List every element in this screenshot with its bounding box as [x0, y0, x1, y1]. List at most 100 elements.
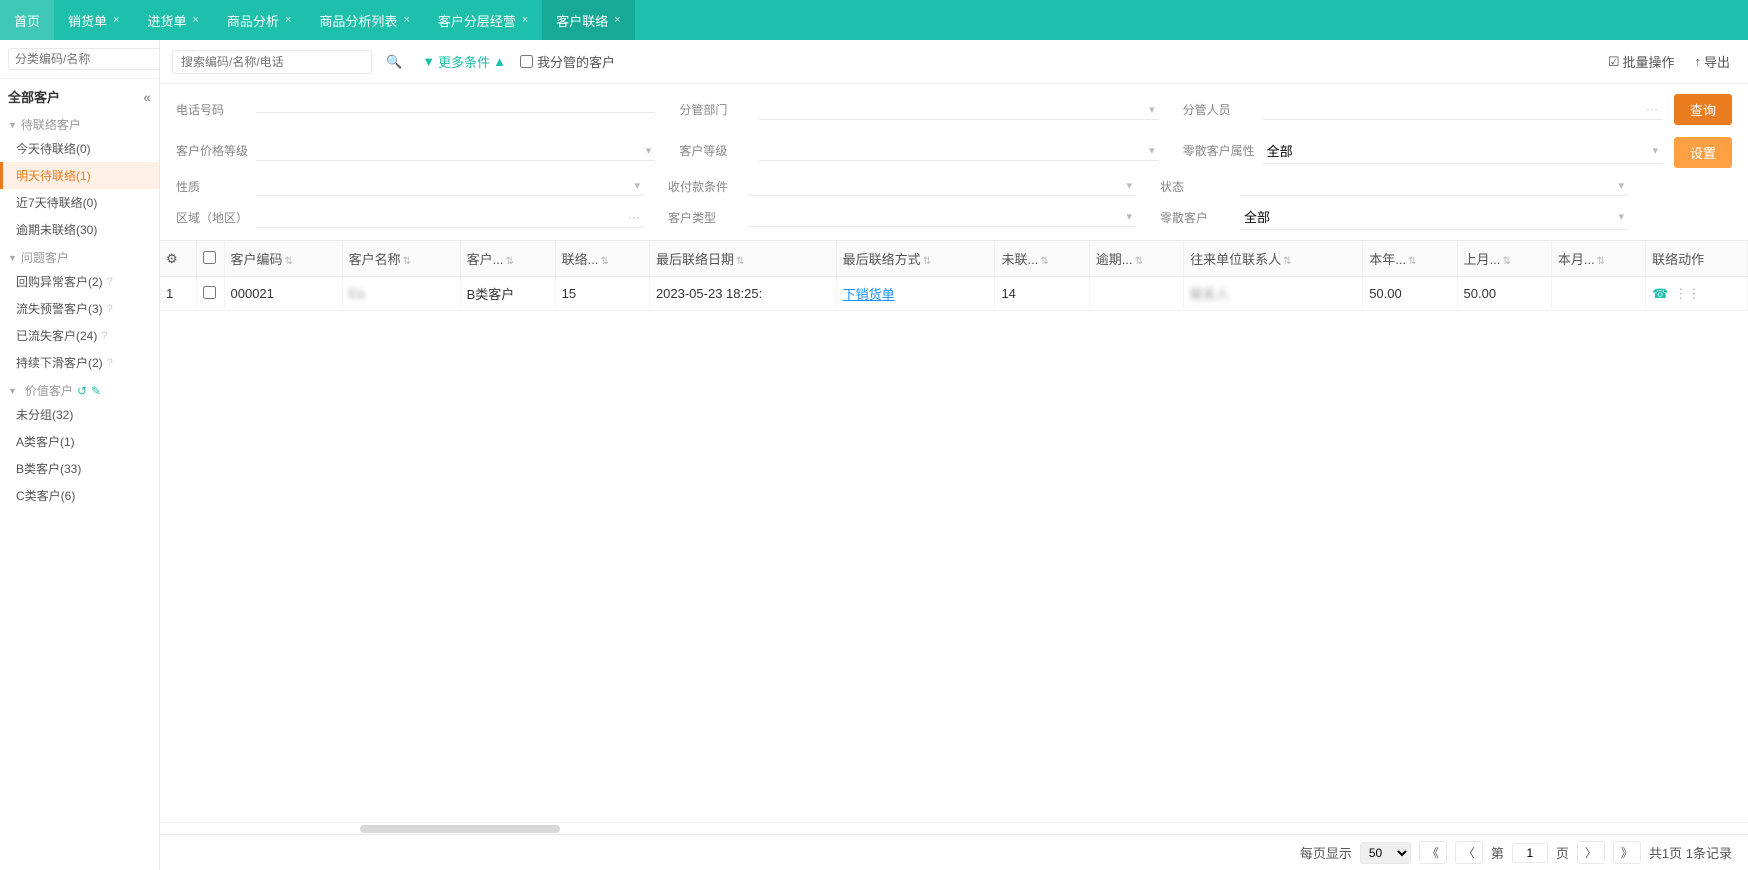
td-this-month [1551, 277, 1645, 311]
adv-filter-row1: 电话号码 分管部门 ▾ 分管人员 ··· [176, 94, 1732, 125]
nav-item-purchase[interactable]: 进货单 × [133, 0, 212, 40]
sidebar-item-churned[interactable]: 已流失客户(24)? [0, 322, 159, 349]
retail-customer-label: 零散客户 [1160, 209, 1240, 226]
sidebar-item-c-class[interactable]: C类客户(6) [0, 482, 159, 509]
setting-button[interactable]: 设置 [1674, 137, 1732, 168]
export-button[interactable]: ↑ 导出 [1688, 48, 1736, 75]
td-name[interactable]: Ea [342, 277, 460, 311]
sidebar-all-customers[interactable]: 全部客户 « [0, 79, 159, 110]
th-this-year[interactable]: 本年...⇅ [1363, 241, 1457, 277]
close-product-list-icon[interactable]: × [403, 14, 409, 26]
th-this-month[interactable]: 本月...⇅ [1551, 241, 1645, 277]
sidebar-item-ungroup[interactable]: 未分组(32) [0, 401, 159, 428]
close-product-analysis-icon[interactable]: × [285, 14, 291, 26]
my-customers-checkbox[interactable] [520, 55, 533, 68]
nav-item-sales[interactable]: 销货单 × [54, 0, 133, 40]
customer-type-select[interactable]: ▾ [748, 207, 1136, 227]
price-level-label: 客户价格等级 [176, 142, 256, 159]
close-customer-contact-icon[interactable]: × [614, 14, 620, 26]
query-button[interactable]: 查询 [1674, 94, 1732, 125]
sidebar-item-churn-warn[interactable]: 流失预警客户(3)? [0, 295, 159, 322]
price-level-select[interactable]: ▾ [256, 141, 655, 161]
th-gear[interactable]: ⚙ [160, 241, 196, 277]
select-all-checkbox[interactable] [203, 251, 216, 264]
dept-label: 分管部门 [679, 101, 759, 118]
data-table: ⚙ 客户编码⇅ 客户名称⇅ 客户...⇅ 联络...⇅ 最后联络日期⇅ 最后联络… [160, 241, 1748, 311]
sidebar-item-a-class[interactable]: A类客户(1) [0, 428, 159, 455]
setting-btn-col: 设置 [1674, 133, 1732, 168]
nav-item-product-list[interactable]: 商品分析列表 × [305, 0, 423, 40]
nav-item-product-analysis[interactable]: 商品分析 × [213, 0, 305, 40]
value-refresh-icon[interactable]: ↺ [77, 384, 87, 398]
nav-item-home[interactable]: 首页 [0, 0, 54, 40]
dept-select[interactable]: ▾ [759, 100, 1158, 120]
th-contact-count[interactable]: 联络...⇅ [555, 241, 649, 277]
value-edit-icon[interactable]: ✎ [91, 384, 101, 398]
td-this-year: 50.00 [1363, 277, 1457, 311]
search-input[interactable] [172, 50, 372, 74]
close-sales-icon[interactable]: × [113, 14, 119, 26]
th-last-method[interactable]: 最后联络方式⇅ [836, 241, 995, 277]
th-last-month[interactable]: 上月...⇅ [1457, 241, 1551, 277]
close-purchase-icon[interactable]: × [192, 14, 198, 26]
sidebar-item-overdue[interactable]: 逾期未联络(30) [0, 216, 159, 243]
th-checkbox[interactable] [196, 241, 224, 277]
first-page-button[interactable]: 《 [1419, 841, 1447, 864]
page-number-input[interactable] [1512, 843, 1548, 863]
phone-input[interactable] [256, 106, 655, 113]
next-page-button[interactable]: 〉 [1577, 841, 1605, 864]
manager-input[interactable]: ··· [1263, 99, 1662, 120]
page-size-select[interactable]: 50 10 20 100 [1360, 842, 1411, 864]
customer-level-select[interactable]: ▾ [759, 141, 1158, 161]
retail-customer-select[interactable]: 全部▾ [1240, 204, 1628, 230]
th-contact-person[interactable]: 往来单位联系人⇅ [1184, 241, 1363, 277]
last-page-button[interactable]: 》 [1613, 841, 1641, 864]
th-name[interactable]: 客户名称⇅ [342, 241, 460, 277]
td-code: 000021 [224, 277, 342, 311]
nature-select[interactable]: ▾ [256, 176, 644, 196]
search-button[interactable]: 🔍 [380, 52, 408, 72]
table-header-row: ⚙ 客户编码⇅ 客户名称⇅ 客户...⇅ 联络...⇅ 最后联络日期⇅ 最后联络… [160, 241, 1748, 277]
sidebar-item-today[interactable]: 今天待联络(0) [0, 135, 159, 162]
more-filter-button[interactable]: ▼ 更多条件 ▲ [416, 48, 512, 75]
th-last-date[interactable]: 最后联络日期⇅ [649, 241, 836, 277]
query-btn-col: 查询 [1674, 94, 1732, 125]
nav-item-customer-contact[interactable]: 客户联络 × [542, 0, 634, 40]
sidebar-search-input[interactable] [8, 48, 160, 70]
action-contact-icon[interactable]: ☎ [1652, 286, 1668, 302]
close-customer-tier-icon[interactable]: × [522, 14, 528, 26]
batch-op-button[interactable]: ☑ 批量操作 [1602, 48, 1681, 75]
filter-field-dept: 分管部门 ▾ [679, 100, 1158, 120]
payment-select[interactable]: ▾ [748, 176, 1136, 196]
row-checkbox[interactable] [203, 286, 216, 299]
sidebar-item-tomorrow[interactable]: 明天待联络(1) [0, 162, 159, 189]
scrollbar-thumb[interactable] [360, 825, 560, 833]
payment-label: 收付款条件 [668, 178, 748, 195]
status-select[interactable]: ▾ [1240, 176, 1628, 196]
sidebar-item-b-class[interactable]: B类客户(33) [0, 455, 159, 482]
td-last-method[interactable]: 下销货单 [836, 277, 995, 311]
collapse-icon: « [143, 89, 151, 105]
nav-item-customer-tier[interactable]: 客户分层经营 × [424, 0, 542, 40]
th-type[interactable]: 客户...⇅ [460, 241, 555, 277]
action-more-icon[interactable]: ⋮⋮ [1674, 286, 1700, 302]
th-overdue[interactable]: 逾期...⇅ [1089, 241, 1183, 277]
prev-page-button[interactable]: 〈 [1455, 841, 1483, 864]
adv-filter-panel: 电话号码 分管部门 ▾ 分管人员 ··· [160, 84, 1748, 241]
td-overdue [1089, 277, 1183, 311]
horizontal-scrollbar[interactable] [160, 822, 1748, 834]
th-uncontact[interactable]: 未联...⇅ [995, 241, 1089, 277]
adv-filter-row2: 客户价格等级 ▾ 客户等级 ▾ 零散客户属性 [176, 133, 1732, 168]
content-area: 🔍 ▼ 更多条件 ▲ 我分管的客户 ☑ 批量操作 ↑ [160, 40, 1748, 870]
td-checkbox[interactable] [196, 277, 224, 311]
sidebar-item-abnormal[interactable]: 回购异常客户(2)? [0, 268, 159, 295]
sidebar-item-declining[interactable]: 持续下滑客户(2)? [0, 349, 159, 376]
region-label: 区域（地区） [176, 209, 256, 226]
th-code[interactable]: 客户编码⇅ [224, 241, 342, 277]
my-customers-checkbox-label[interactable]: 我分管的客户 [520, 52, 615, 71]
retail-attr-select[interactable]: 全部▾ [1263, 138, 1662, 164]
region-input[interactable]: ··· [256, 207, 644, 228]
chevron-up-icon: ▲ [493, 54, 506, 69]
sidebar-item-7days[interactable]: 近7天待联络(0) [0, 189, 159, 216]
td-action[interactable]: ☎ ⋮⋮ [1646, 277, 1748, 311]
